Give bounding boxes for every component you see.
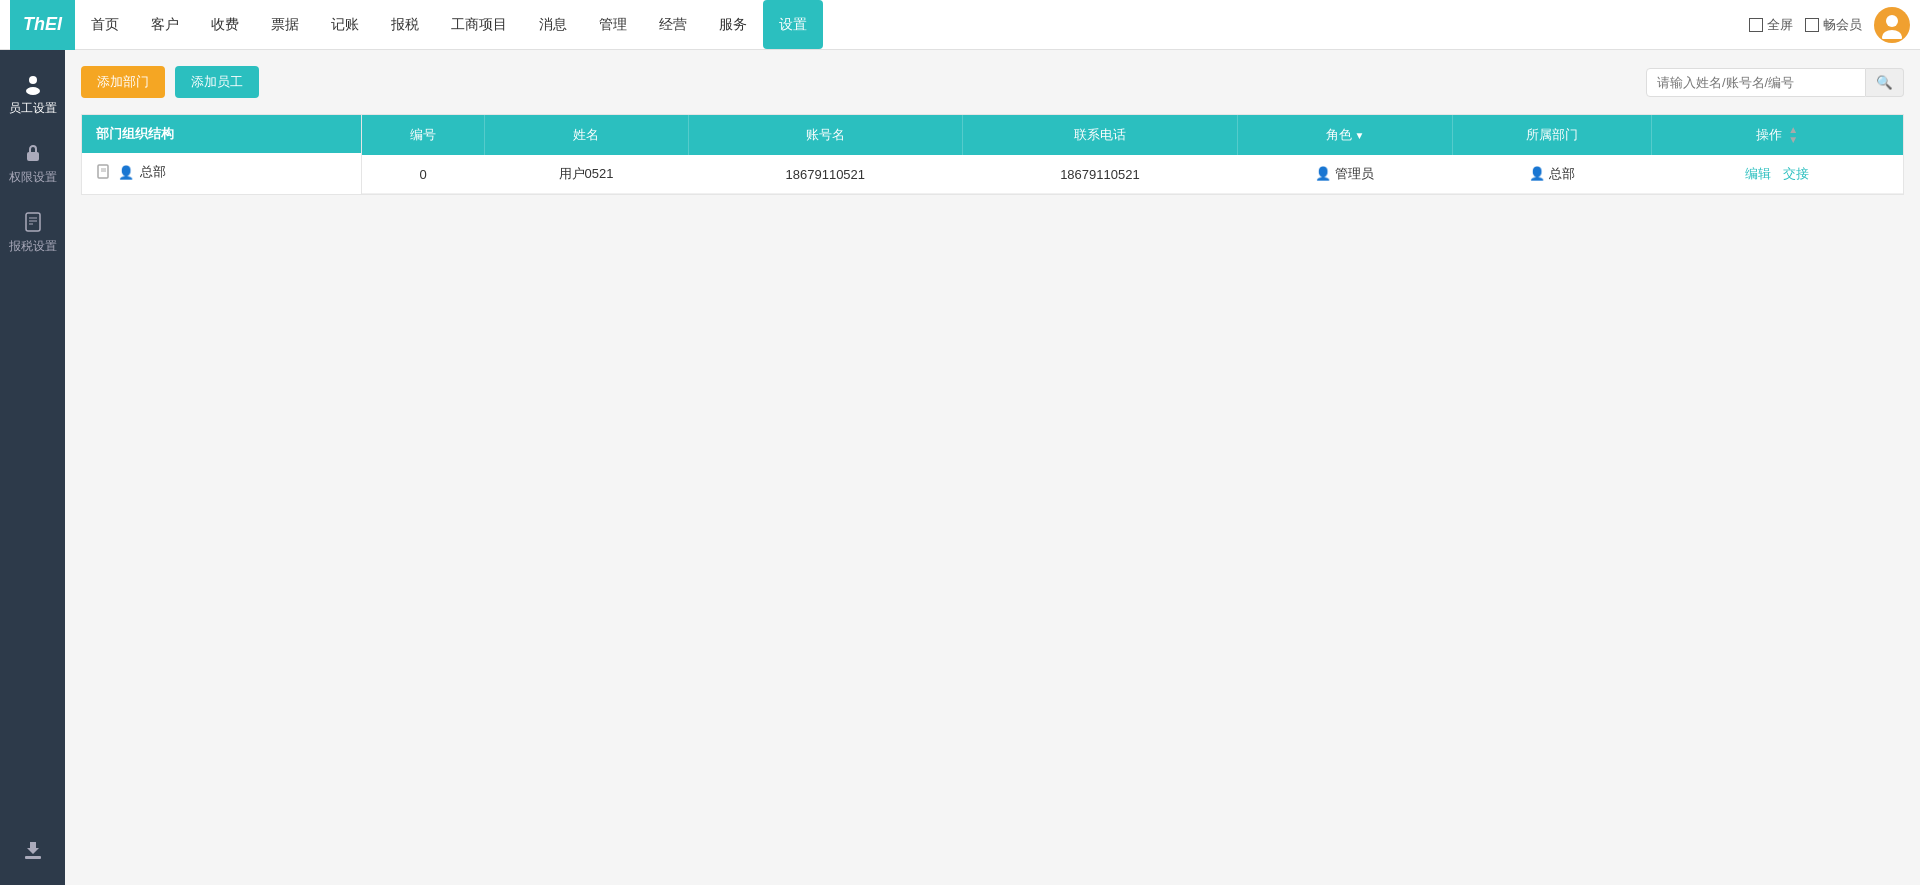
cell-actions: 编辑 交接 [1651,155,1903,194]
tree-header: 部门组织结构 [82,115,361,153]
search-area: 🔍 [1646,68,1904,97]
sidebar: 员工设置 权限设置 报税设置 [0,50,65,885]
nav-item-设置[interactable]: 设置 [763,0,823,49]
add-department-button[interactable]: 添加部门 [81,66,165,98]
table-row: 0 用户0521 18679110521 18679110521 👤管理员 👤总… [362,155,1903,194]
cell-phone: 18679110521 [963,155,1238,194]
cell-department: 👤总部 [1453,155,1651,194]
nav-item-记账[interactable]: 记账 [315,0,375,49]
col-header-role[interactable]: 角色 ▼ [1237,115,1453,155]
filter-icon: ▼ [1355,130,1365,141]
svg-rect-5 [26,213,40,231]
nav-item-服务[interactable]: 服务 [703,0,763,49]
content-panel: 部门组织结构 👤 总部 编号 姓名 账号名 联系电话 [81,114,1904,195]
svg-point-3 [26,87,40,95]
search-icon: 🔍 [1876,75,1893,90]
nav-item-客户[interactable]: 客户 [135,0,195,49]
search-input[interactable] [1646,68,1866,97]
dept-user-icon: 👤 [1529,166,1545,181]
col-header-department: 所属部门 [1453,115,1651,155]
svg-point-2 [29,76,37,84]
report-icon [21,210,45,234]
cell-id: 0 [362,155,484,194]
add-employee-button[interactable]: 添加员工 [175,66,259,98]
nav-item-收费[interactable]: 收费 [195,0,255,49]
sidebar-item-员工设置[interactable]: 员工设置 [0,60,65,129]
top-navigation: ThEI 首页客户收费票据记账报税工商项目消息管理经营服务设置 全屏 畅会员 [0,0,1920,50]
col-header-phone: 联系电话 [963,115,1238,155]
nav-item-管理[interactable]: 管理 [583,0,643,49]
col-header-name: 姓名 [484,115,688,155]
table-panel: 编号 姓名 账号名 联系电话 角色 ▼ 所属部门 [362,115,1903,194]
table-header-row: 编号 姓名 账号名 联系电话 角色 ▼ 所属部门 [362,115,1903,155]
lock-icon [21,141,45,165]
col-header-id: 编号 [362,115,484,155]
sidebar-item-权限设置[interactable]: 权限设置 [0,129,65,198]
file-icon [96,164,112,180]
avatar-icon [1878,11,1906,39]
sidebar-bottom [0,827,65,885]
nav-item-消息[interactable]: 消息 [523,0,583,49]
download-icon [21,839,45,863]
member-button[interactable]: 畅会员 [1805,16,1862,34]
search-button[interactable]: 🔍 [1866,68,1904,97]
scroll-arrows: ▲ ▼ [1788,125,1798,145]
sidebar-item-报税设置[interactable]: 报税设置 [0,198,65,267]
col-header-actions: 操作 ▲ ▼ [1651,115,1903,155]
cell-name: 用户0521 [484,155,688,194]
cell-role: 👤管理员 [1237,155,1453,194]
tree-item-root[interactable]: 👤 总部 [82,153,361,191]
svg-point-1 [1882,30,1902,39]
sidebar-item-label: 报税设置 [9,238,57,255]
nav-item-工商项目[interactable]: 工商项目 [435,0,523,49]
sidebar-item-download[interactable] [0,827,65,875]
fullscreen-icon [1749,18,1763,32]
role-user-icon: 👤 [1315,166,1331,181]
fullscreen-label: 全屏 [1767,16,1793,34]
edit-link[interactable]: 编辑 [1745,166,1771,181]
avatar[interactable] [1874,7,1910,43]
cell-account: 18679110521 [688,155,963,194]
logo: ThEI [10,0,75,50]
nav-right: 全屏 畅会员 [1749,7,1910,43]
col-header-account: 账号名 [688,115,963,155]
nav-item-首页[interactable]: 首页 [75,0,135,49]
nav-items: 首页客户收费票据记账报税工商项目消息管理经营服务设置 [75,0,1749,49]
employee-table: 编号 姓名 账号名 联系电话 角色 ▼ 所属部门 [362,115,1903,194]
member-label: 畅会员 [1823,16,1862,34]
nav-item-报税[interactable]: 报税 [375,0,435,49]
svg-rect-4 [27,152,39,161]
fullscreen-button[interactable]: 全屏 [1749,16,1793,34]
transfer-link[interactable]: 交接 [1783,166,1809,181]
toolbar: 添加部门 添加员工 🔍 [81,66,1904,98]
sidebar-item-label: 权限设置 [9,169,57,186]
svg-marker-10 [27,842,39,854]
nav-item-票据[interactable]: 票据 [255,0,315,49]
person-icon [21,72,45,96]
tree-user-icon: 👤 [118,165,134,180]
member-icon [1805,18,1819,32]
svg-point-0 [1886,15,1898,27]
main-content: 添加部门 添加员工 🔍 部门组织结构 👤 总部 [65,50,1920,885]
tree-panel: 部门组织结构 👤 总部 [82,115,362,194]
nav-item-经营[interactable]: 经营 [643,0,703,49]
svg-rect-9 [25,856,41,859]
sidebar-item-label: 员工设置 [9,100,57,117]
tree-item-label: 总部 [140,163,166,181]
